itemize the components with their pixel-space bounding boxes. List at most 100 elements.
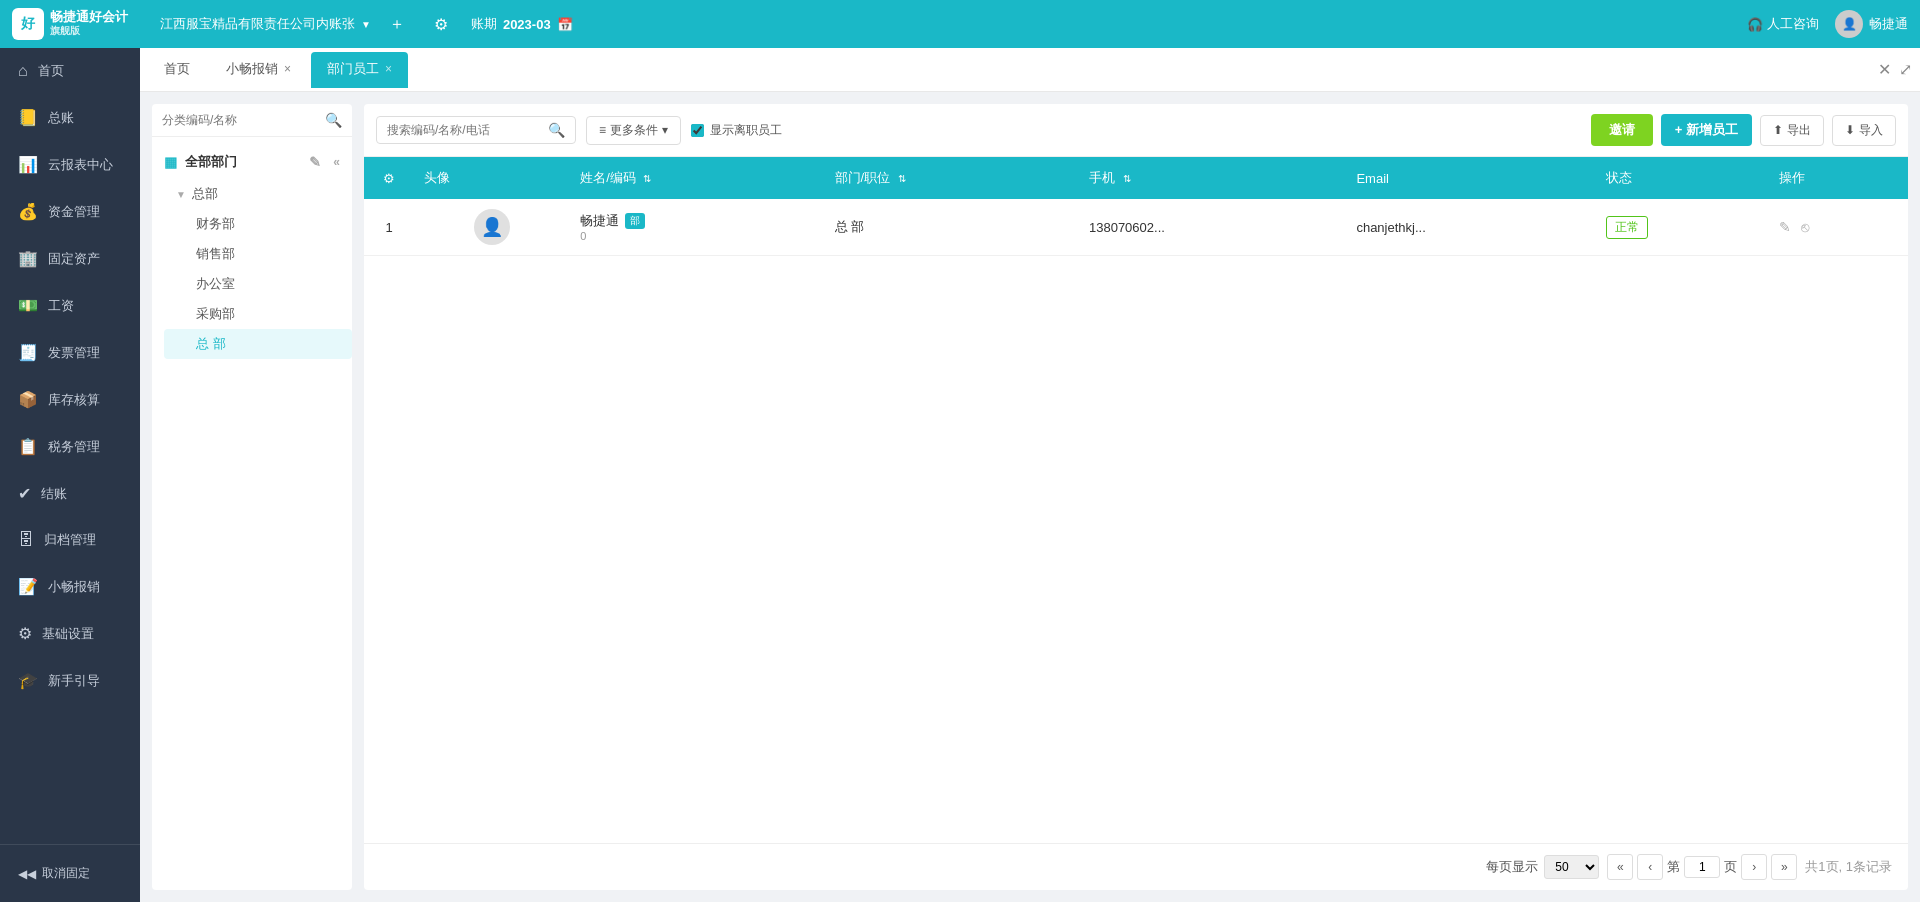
calendar-icon[interactable]: 📅 <box>557 17 573 32</box>
dept-panel: 🔍 ▦ 全部部门 ✎ « ▼ 总部 财务部 <box>152 104 352 890</box>
sidebar-item-capital[interactable]: 💰 资金管理 <box>0 188 140 235</box>
th-name[interactable]: 姓名/编码 ⇅ <box>570 157 824 199</box>
sidebar-item-guide[interactable]: 🎓 新手引导 <box>0 657 140 704</box>
export-button[interactable]: ⬆ 导出 <box>1760 115 1824 146</box>
page-label: 第 <box>1667 858 1680 876</box>
sidebar-item-label: 新手引导 <box>48 672 100 690</box>
company-dropdown-icon: ▼ <box>361 19 371 30</box>
tax-icon: 📋 <box>18 437 38 456</box>
sidebar-item-label: 固定资产 <box>48 250 100 268</box>
expense-icon: 📝 <box>18 577 38 596</box>
capital-icon: 💰 <box>18 202 38 221</box>
period-value: 2023-03 <box>503 17 551 32</box>
sidebar-item-label: 归档管理 <box>44 531 96 549</box>
reports-icon: 📊 <box>18 155 38 174</box>
basic-settings-icon: ⚙ <box>18 624 32 643</box>
tab-bar-right: ✕ ⤢ <box>1878 60 1912 79</box>
dept-collapse-icon[interactable]: « <box>333 155 340 169</box>
maximize-icon[interactable]: ⤢ <box>1899 60 1912 79</box>
sidebar-item-ledger[interactable]: 📒 总账 <box>0 94 140 141</box>
more-filter-button[interactable]: ≡ 更多条件 ▾ <box>586 116 681 145</box>
row-email: chanjethkj... <box>1346 199 1595 256</box>
tab-expense[interactable]: 小畅报销 × <box>210 52 307 88</box>
dept-child-office[interactable]: 办公室 <box>164 269 352 299</box>
import-button[interactable]: ⬇ 导入 <box>1832 115 1896 146</box>
export-icon: ⬆ <box>1773 123 1783 137</box>
user-info[interactable]: 👤 畅捷通 <box>1835 10 1908 38</box>
dept-child-general[interactable]: 总 部 <box>164 329 352 359</box>
invite-button[interactable]: 邀请 <box>1591 114 1653 146</box>
import-icon: ⬇ <box>1845 123 1855 137</box>
app-logo: 好 畅捷通好会计 旗舰版 <box>12 8 152 40</box>
sidebar-item-tax[interactable]: 📋 税务管理 <box>0 423 140 470</box>
tab-expense-close[interactable]: × <box>284 62 291 76</box>
next-page-button[interactable]: › <box>1741 854 1767 880</box>
add-employee-button[interactable]: + 新增员工 <box>1661 114 1752 146</box>
assets-icon: 🏢 <box>18 249 38 268</box>
employee-panel: 🔍 ≡ 更多条件 ▾ 显示离职员工 邀请 + 新增员工 <box>364 104 1908 890</box>
company-selector[interactable]: 江西服宝精品有限责任公司内账张 ▼ <box>160 15 371 33</box>
edit-icon[interactable]: ✎ <box>1779 219 1791 235</box>
row-index: 1 <box>364 199 414 256</box>
dept-search-icon[interactable]: 🔍 <box>325 112 342 128</box>
th-settings[interactable]: ⚙ <box>364 157 414 199</box>
show-resigned-checkbox[interactable] <box>691 124 704 137</box>
sidebar-item-settlement[interactable]: ✔ 结账 <box>0 470 140 517</box>
sidebar-item-archive[interactable]: 🗄 归档管理 <box>0 517 140 563</box>
dept-search-input[interactable] <box>162 113 319 127</box>
table-body: 1 👤 畅捷通 部 <box>364 199 1908 256</box>
employee-search-icon[interactable]: 🔍 <box>548 122 565 138</box>
first-page-button[interactable]: « <box>1607 854 1633 880</box>
tab-dept-staff[interactable]: 部门员工 × <box>311 52 408 88</box>
sidebar-item-home[interactable]: ⌂ 首页 <box>0 48 140 94</box>
employee-code: 0 <box>580 230 814 242</box>
dept-edit-icon[interactable]: ✎ <box>309 154 321 170</box>
dept-child-purchase[interactable]: 采购部 <box>164 299 352 329</box>
ledger-icon: 📒 <box>18 108 38 127</box>
sidebar-item-inventory[interactable]: 📦 库存核算 <box>0 376 140 423</box>
employee-search-input[interactable] <box>387 123 542 137</box>
page-content: 🔍 ▦ 全部部门 ✎ « ▼ 总部 财务部 <box>140 92 1920 902</box>
sidebar-item-expense[interactable]: 📝 小畅报销 <box>0 563 140 610</box>
sidebar-item-reports[interactable]: 📊 云报表中心 <box>0 141 140 188</box>
show-resigned-label[interactable]: 显示离职员工 <box>691 122 782 139</box>
dept-child-finance[interactable]: 财务部 <box>164 209 352 239</box>
tab-dept-close[interactable]: × <box>385 62 392 76</box>
sidebar-item-invoice[interactable]: 🧾 发票管理 <box>0 329 140 376</box>
dept-child-sales[interactable]: 销售部 <box>164 239 352 269</box>
sidebar-item-salary[interactable]: 💵 工资 <box>0 282 140 329</box>
toolbar-right: 邀请 + 新增员工 ⬆ 导出 ⬇ 导入 <box>1591 114 1896 146</box>
logout-icon[interactable]: ⎋ <box>1801 219 1809 235</box>
row-status: 正常 <box>1596 199 1769 256</box>
employee-avatar: 👤 <box>474 209 510 245</box>
last-page-button[interactable]: » <box>1771 854 1797 880</box>
unpin-button[interactable]: ◀◀ 取消固定 <box>0 855 140 892</box>
sidebar-item-assets[interactable]: 🏢 固定资产 <box>0 235 140 282</box>
salary-icon: 💵 <box>18 296 38 315</box>
add-tab-button[interactable]: ＋ <box>383 10 411 38</box>
employee-search-box[interactable]: 🔍 <box>376 116 576 144</box>
avatar: 👤 <box>1835 10 1863 38</box>
th-action: 操作 <box>1769 157 1908 199</box>
page-input[interactable] <box>1684 856 1720 878</box>
sidebar-item-label: 基础设置 <box>42 625 94 643</box>
prev-page-button[interactable]: ‹ <box>1637 854 1663 880</box>
row-dept: 总 部 <box>825 199 1079 256</box>
close-window-icon[interactable]: ✕ <box>1878 60 1891 79</box>
settings-button[interactable]: ⚙ <box>427 10 455 38</box>
th-dept[interactable]: 部门/职位 ⇅ <box>825 157 1079 199</box>
page-nav: « ‹ 第 页 › » <box>1607 854 1797 880</box>
row-avatar-cell: 👤 <box>414 199 570 256</box>
sidebar-item-settings[interactable]: ⚙ 基础设置 <box>0 610 140 657</box>
user-name: 畅捷通 <box>1869 15 1908 33</box>
tab-home[interactable]: 首页 <box>148 52 206 88</box>
support-button[interactable]: 🎧 人工咨询 <box>1747 15 1819 33</box>
page-total: 共1页, 1条记录 <box>1805 858 1892 876</box>
dept-all-btn[interactable]: ▦ 全部部门 ✎ « <box>152 145 352 179</box>
sidebar-item-label: 结账 <box>41 485 67 503</box>
emp-toolbar: 🔍 ≡ 更多条件 ▾ 显示离职员工 邀请 + 新增员工 <box>364 104 1908 157</box>
expand-icon: ▼ <box>176 189 186 200</box>
dept-group-label[interactable]: ▼ 总部 <box>164 179 352 209</box>
page-size-dropdown[interactable]: 50 10 20 100 <box>1544 855 1599 879</box>
th-phone[interactable]: 手机 ⇅ <box>1079 157 1346 199</box>
